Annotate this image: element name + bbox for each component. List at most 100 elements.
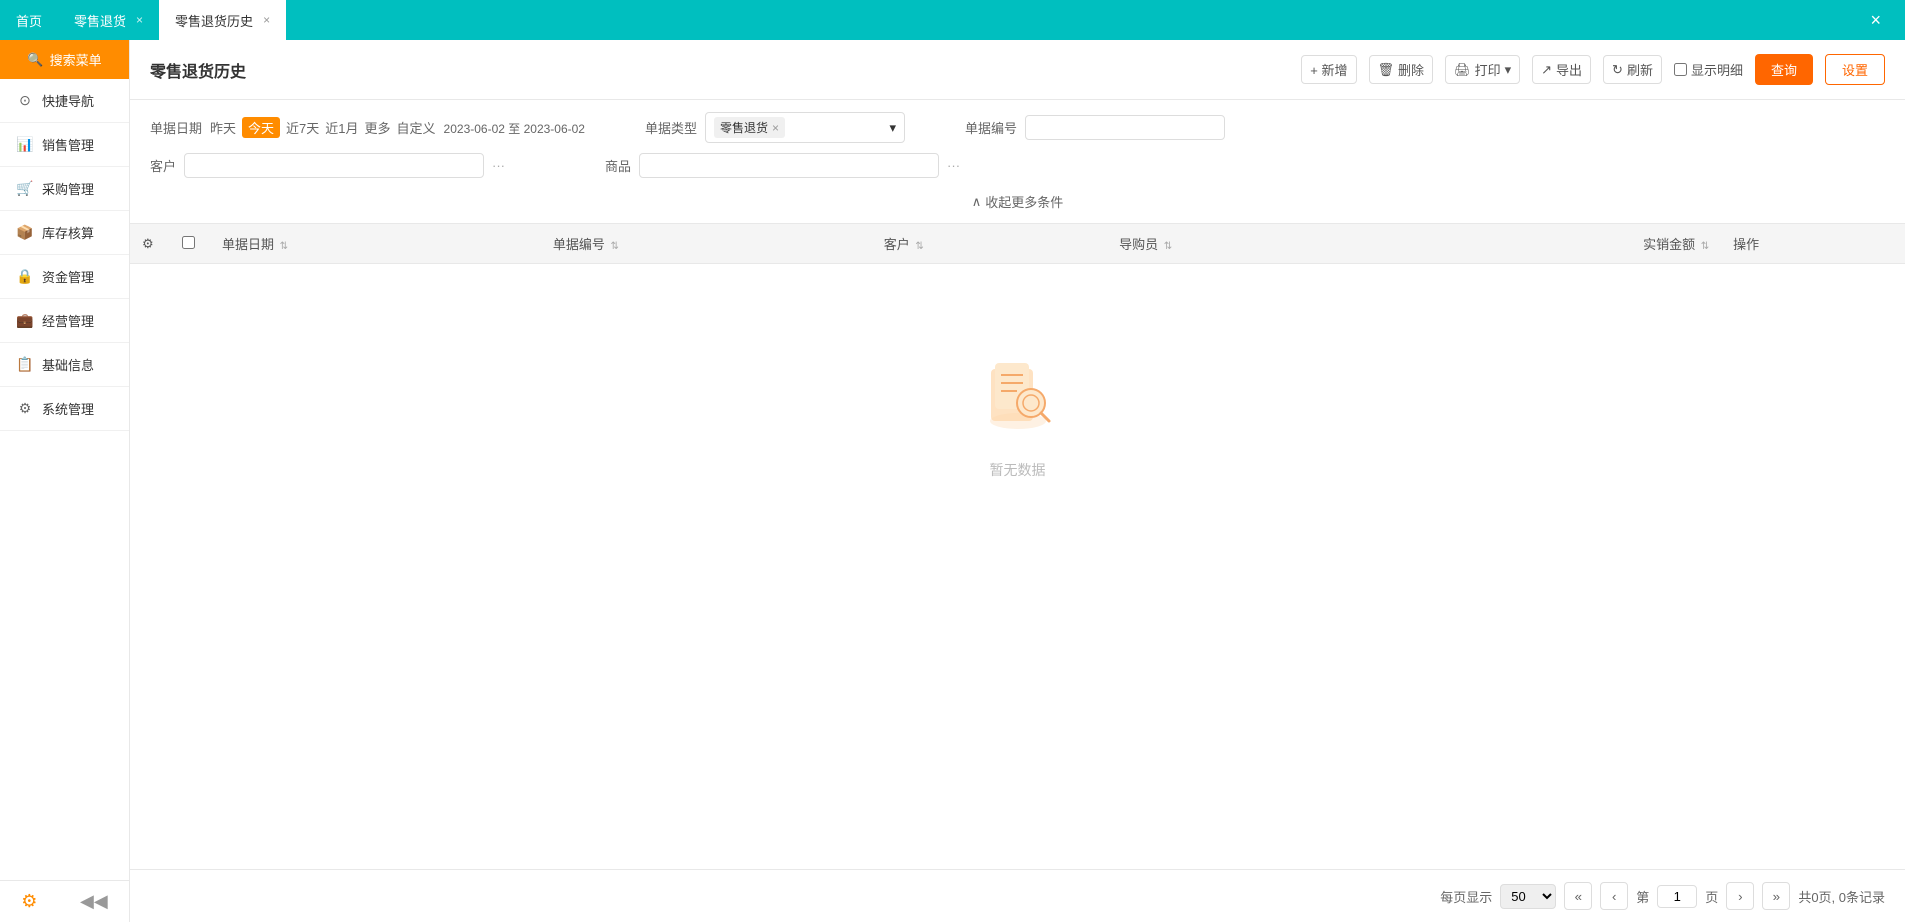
content-area: 零售退货历史 + 新增 🗑 删除 🖨 打印 ▾ ↗ 导出 [130,40,1905,922]
settings-icon: ⚙ [16,400,34,418]
prev-page-button[interactable]: ‹ [1600,882,1628,910]
info-icon: 📋 [16,356,34,374]
page-summary: 共0页, 0条记录 [1798,887,1885,906]
shopping-icon: 🛒 [16,180,34,198]
date-shortcut-1month[interactable]: 近1月 [325,118,358,137]
new-button[interactable]: + 新增 [1301,55,1356,84]
refresh-icon: ↻ [1612,62,1623,78]
col-guide[interactable]: 导购员 ⇅ [1107,224,1390,264]
next-page-button[interactable]: › [1726,882,1754,910]
filter-goods: 商品 ··· [605,153,960,178]
sidebar-item-sales[interactable]: 📊 销售管理 [0,123,129,167]
date-shortcut-yesterday[interactable]: 昨天 [210,118,236,137]
customer-ellipsis-icon[interactable]: ··· [492,158,505,173]
filter-doc-no: 单据编号 [965,115,1225,140]
filter-doc-type-label: 单据类型 [645,118,697,137]
sound-icon[interactable]: ◀◀ [80,891,108,912]
refresh-button[interactable]: ↻ 刷新 [1603,55,1662,84]
page-size-label: 每页显示 [1440,887,1492,906]
delete-button[interactable]: 🗑 删除 [1369,55,1434,84]
sort-icon-doc-date: ⇅ [280,241,288,252]
date-shortcut-custom[interactable]: 自定义 [397,118,436,137]
query-button[interactable]: 查询 [1755,54,1813,85]
page-size-select[interactable]: 50 20 100 [1500,884,1556,909]
lock-icon: 🔒 [16,268,34,286]
top-bar-right: × [1862,10,1905,31]
main-area: 🔍 搜索菜单 ⊙ 快捷导航 📊 销售管理 🛒 采购管理 📦 库 [0,40,1905,922]
col-customer[interactable]: 客户 ⇅ [872,224,1107,264]
delete-icon: 🗑 [1378,62,1395,78]
tab-home-label: 首页 [16,11,42,30]
col-doc-date[interactable]: 单据日期 ⇅ [210,224,541,264]
print-button[interactable]: 🖨 打印 ▾ [1445,55,1520,84]
sidebar-item-basic-info[interactable]: 📋 基础信息 [0,343,129,387]
col-checkbox[interactable] [170,224,210,264]
pagination: 每页显示 50 20 100 « ‹ 第 页 › » 共0页, 0条记录 [130,869,1905,922]
first-page-button[interactable]: « [1564,882,1592,910]
show-detail-checkbox-label[interactable]: 显示明细 [1674,60,1743,79]
filter-goods-input[interactable] [639,153,939,178]
table-wrapper: ⚙ 单据日期 ⇅ 单据编号 ⇅ [130,224,1905,869]
sidebar-search[interactable]: 🔍 搜索菜单 [0,40,129,79]
sidebar-item-quick-nav[interactable]: ⊙ 快捷导航 [0,79,129,123]
filter-area: 单据日期 昨天 今天 近7天 近1月 更多 自定义 2023-06-02 至 2… [130,100,1905,224]
date-shortcut-more[interactable]: 更多 [365,118,391,137]
sidebar-item-inventory[interactable]: 📦 库存核算 [0,211,129,255]
tab-home[interactable]: 首页 [0,0,58,40]
filter-customer-input[interactable] [184,153,484,178]
col-doc-no-label: 单据编号 [553,237,605,252]
filter-doc-type-tag: 零售退货 × [714,117,785,138]
briefcase-icon: 💼 [16,312,34,330]
sidebar-search-label: 搜索菜单 [50,50,102,69]
export-icon: ↗ [1541,62,1552,78]
tab-retail-return-close[interactable]: × [136,13,143,27]
filter-customer: 客户 ··· [150,153,505,178]
goods-ellipsis-icon[interactable]: ··· [947,158,960,173]
filter-row-1: 单据日期 昨天 今天 近7天 近1月 更多 自定义 2023-06-02 至 2… [150,112,1885,143]
table-settings-icon[interactable]: ⚙ [142,236,154,251]
page-unit: 页 [1705,887,1718,906]
page-label: 第 [1636,887,1649,906]
filter-doc-no-input[interactable] [1025,115,1225,140]
select-all-checkbox[interactable] [182,236,195,249]
sidebar-item-sales-label: 销售管理 [42,135,94,154]
gear-icon[interactable]: ⚙ [21,891,37,912]
export-button[interactable]: ↗ 导出 [1532,55,1591,84]
home-icon: ⊙ [16,92,34,110]
sidebar-item-finance[interactable]: 🔒 资金管理 [0,255,129,299]
col-settings[interactable]: ⚙ [130,224,170,264]
col-amount[interactable]: 实销金额 ⇅ [1390,224,1721,264]
tab-retail-return[interactable]: 零售退货 × [58,0,159,40]
sidebar-item-inventory-label: 库存核算 [42,223,94,242]
filter-date: 单据日期 昨天 今天 近7天 近1月 更多 自定义 2023-06-02 至 2… [150,117,585,138]
collapse-button[interactable]: ∧ 收起更多条件 [972,192,1064,211]
filter-doc-type-tag-close[interactable]: × [772,121,779,135]
sidebar-item-system-label: 系统管理 [42,399,94,418]
sort-icon-amount: ⇅ [1701,241,1709,252]
last-page-button[interactable]: » [1762,882,1790,910]
print-icon: 🖨 [1454,62,1471,78]
filter-doc-type: 单据类型 零售退货 × ▾ [645,112,905,143]
sidebar-item-purchase[interactable]: 🛒 采购管理 [0,167,129,211]
sidebar-item-finance-label: 资金管理 [42,267,94,286]
tab-retail-return-history-close[interactable]: × [263,13,270,27]
set-button[interactable]: 设置 [1825,54,1885,85]
filter-goods-label: 商品 [605,156,631,175]
filter-doc-type-select[interactable]: 零售退货 × ▾ [705,112,905,143]
page-input[interactable] [1657,885,1697,908]
filter-customer-label: 客户 [150,156,176,175]
empty-state: 暂无数据 [130,264,1905,560]
col-doc-no[interactable]: 单据编号 ⇅ [541,224,872,264]
window-close-button[interactable]: × [1862,10,1889,31]
sidebar-item-system[interactable]: ⚙ 系统管理 [0,387,129,431]
sidebar-item-quick-nav-label: 快捷导航 [42,91,94,110]
date-shortcut-today[interactable]: 今天 [242,117,280,138]
sidebar-item-operations[interactable]: 💼 经营管理 [0,299,129,343]
tab-retail-return-history[interactable]: 零售退货历史 × [159,0,286,40]
show-detail-checkbox[interactable] [1674,63,1687,76]
date-shortcut-7days[interactable]: 近7天 [286,118,319,137]
filter-date-label: 单据日期 [150,118,202,137]
empty-icon [968,344,1068,444]
date-shortcuts: 昨天 今天 近7天 近1月 更多 自定义 [210,117,436,138]
table-header-row: ⚙ 单据日期 ⇅ 单据编号 ⇅ [130,224,1905,264]
